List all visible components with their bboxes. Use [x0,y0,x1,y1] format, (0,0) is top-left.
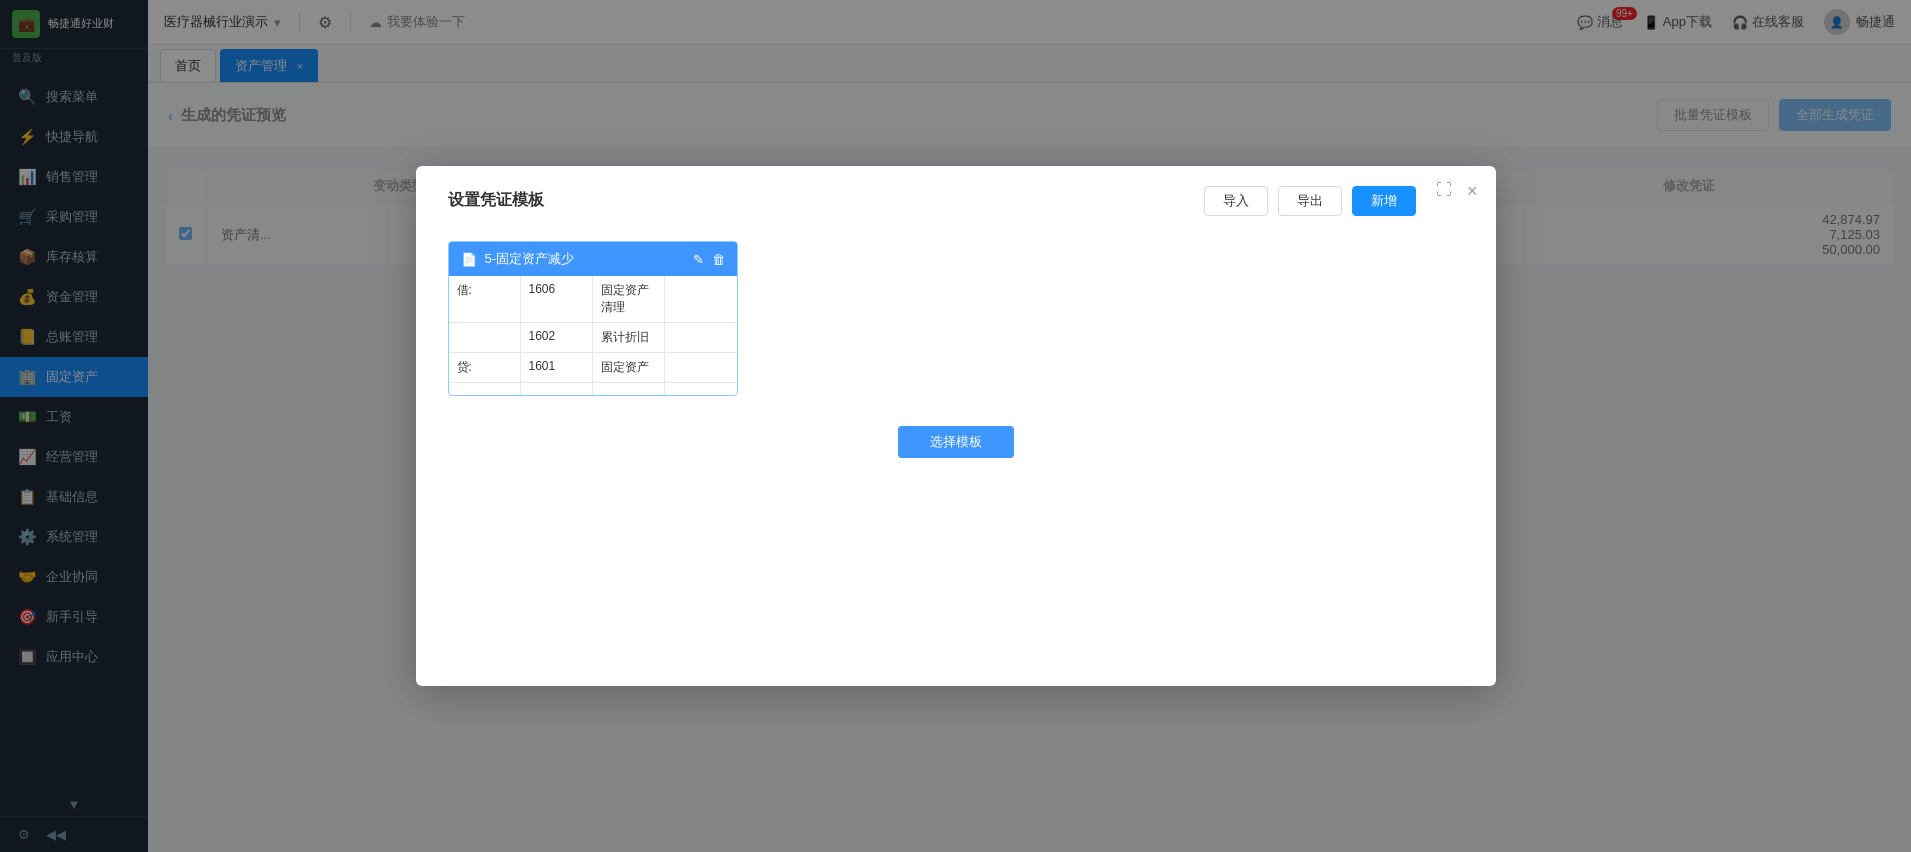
template-row-4 [449,383,737,395]
template-cell-extra-4 [665,383,737,395]
template-row-3: 贷: 1601 固定资产 [449,353,737,383]
template-card-header: 📄 5-固定资产减少 ✎ 🗑 [449,242,737,276]
import-button[interactable]: 导入 [1204,186,1268,216]
template-cell-code-3: 1601 [521,353,593,382]
template-area: 📄 5-固定资产减少 ✎ 🗑 借: 1606 固定资产清理 1602 [448,231,1464,406]
select-template-wrap: 选择模板 [448,426,1464,458]
new-button[interactable]: 新增 [1352,186,1416,216]
template-cell-extra-1 [665,276,737,322]
template-cell-extra-2 [665,323,737,352]
template-cell-extra-3 [665,353,737,382]
template-cell-code-1: 1606 [521,276,593,322]
template-cell-type-1: 借: [449,276,521,322]
voucher-template-modal: 设置凭证模板 导入 导出 新增 × ⛶ 📄 5-固定资产减少 ✎ 🗑 借: [416,166,1496,686]
template-edit-icon[interactable]: ✎ [693,252,704,267]
modal-close-button[interactable]: × [1467,182,1478,200]
template-cell-code-4 [521,383,593,395]
template-cell-name-3: 固定资产 [593,353,665,382]
template-cell-code-2: 1602 [521,323,593,352]
template-card: 📄 5-固定资产减少 ✎ 🗑 借: 1606 固定资产清理 1602 [448,241,738,396]
template-row-1: 借: 1606 固定资产清理 [449,276,737,323]
template-doc-icon: 📄 [461,252,477,267]
export-button[interactable]: 导出 [1278,186,1342,216]
select-template-button[interactable]: 选择模板 [898,426,1014,458]
template-cell-name-4 [593,383,665,395]
template-card-actions: ✎ 🗑 [693,252,725,267]
template-cell-type-3: 贷: [449,353,521,382]
template-card-body: 借: 1606 固定资产清理 1602 累计折旧 贷: 1601 固定资产 [449,276,737,395]
modal-resize-button[interactable]: ⛶ [1436,182,1452,198]
template-cell-name-2: 累计折旧 [593,323,665,352]
template-cell-name-1: 固定资产清理 [593,276,665,322]
template-name: 5-固定资产减少 [485,250,575,268]
modal-toolbar: 导入 导出 新增 [1204,186,1416,216]
template-row-2: 1602 累计折旧 [449,323,737,353]
template-cell-type-2 [449,323,521,352]
template-card-title: 📄 5-固定资产减少 [461,250,575,268]
template-cell-type-4 [449,383,521,395]
template-delete-icon[interactable]: 🗑 [712,252,725,267]
